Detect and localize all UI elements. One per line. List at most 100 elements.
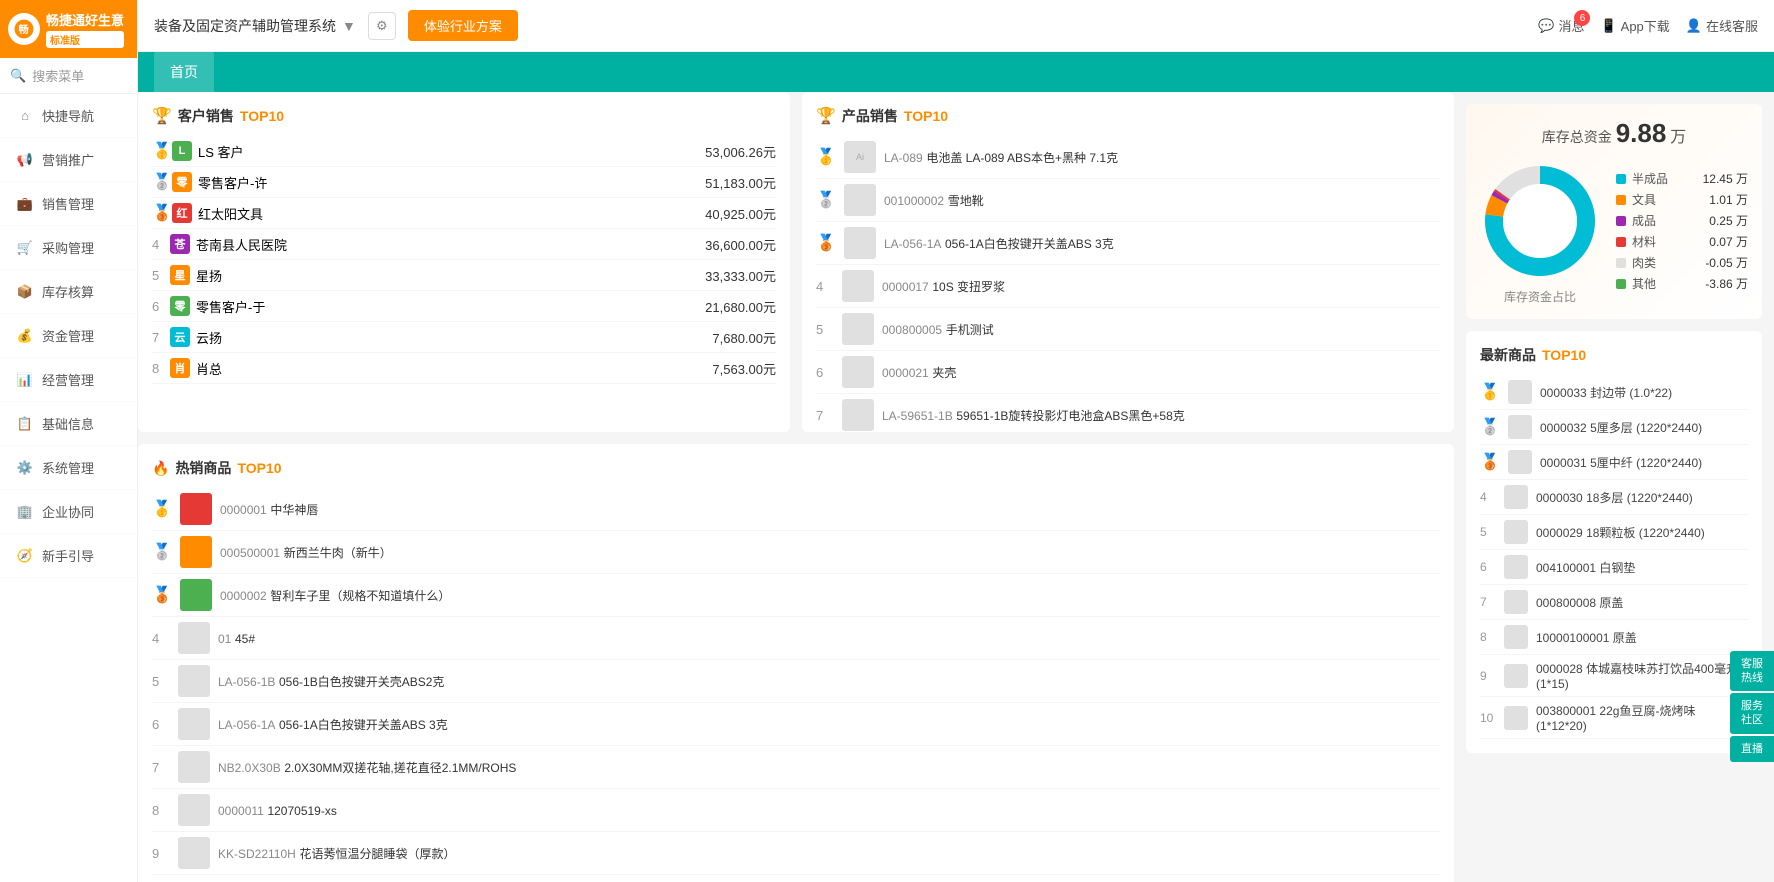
sidebar-item-finance[interactable]: 💰 资金管理 bbox=[0, 314, 137, 358]
inventory-card: 库存总资金 9.88 万 bbox=[1466, 104, 1762, 319]
sidebar-item-label: 经营管理 bbox=[42, 370, 94, 389]
sidebar-item-guide[interactable]: 🧭 新手引导 bbox=[0, 534, 137, 578]
search-menu-item[interactable]: 🔍 搜索菜单 bbox=[0, 58, 137, 94]
sidebar-item-system[interactable]: ⚙️ 系统管理 bbox=[0, 446, 137, 490]
sidebar-item-label: 采购管理 bbox=[42, 238, 94, 257]
legend-item: 材料 0.07 万 bbox=[1616, 233, 1748, 250]
rank-number: 7 bbox=[816, 408, 834, 423]
message-button[interactable]: 💬 消息 6 bbox=[1538, 16, 1584, 35]
management-icon: 📊 bbox=[16, 371, 34, 389]
rank-number: 4 bbox=[816, 279, 834, 294]
bronze-icon: 🥉 bbox=[1480, 452, 1500, 472]
app-download-button[interactable]: 📱 App下载 bbox=[1600, 16, 1669, 35]
product-rank-row: 🥇 Ai LA-089 电池盖 LA-089 ABS本色+黑种 7.1克 bbox=[816, 136, 1440, 179]
legend-dot bbox=[1616, 174, 1626, 184]
legend-dot bbox=[1616, 237, 1626, 247]
rank-number: 7 bbox=[152, 330, 170, 345]
newest-thumb bbox=[1504, 625, 1528, 649]
newest-thumb bbox=[1508, 450, 1532, 474]
customer-top10-card: 🏆 客户销售 TOP10 🥇 L LS 客户 53,006.26元 bbox=[138, 92, 790, 432]
search-menu-label: 搜索菜单 bbox=[32, 66, 84, 85]
customer-rank-row: 7 云 云扬 7,680.00元 bbox=[152, 322, 776, 353]
sidebar-item-sales[interactable]: 💼 销售管理 bbox=[0, 182, 137, 226]
finance-icon: 💰 bbox=[16, 327, 34, 345]
search-icon: 🔍 bbox=[10, 68, 26, 84]
product-info: 0000002 智利车子里（规格不知道填什么） bbox=[220, 587, 1440, 604]
sidebar: 畅 畅捷通好生意 标准版 🔍 搜索菜单 ⌂ 快捷导航 📢 营销推广 💼 销售管理… bbox=[0, 0, 138, 882]
legend-dot bbox=[1616, 195, 1626, 205]
float-btn-service[interactable]: 客服热线 bbox=[1730, 651, 1774, 692]
customer-badge: 云 bbox=[170, 327, 190, 347]
legend-label: 成品 bbox=[1632, 212, 1656, 229]
phone-icon: 📱 bbox=[1600, 18, 1616, 34]
newest-info: 000800008 原盖 bbox=[1536, 594, 1748, 611]
newest-info: 003800001 22g鱼豆腐-烧烤味 (1*12*20) bbox=[1536, 702, 1748, 733]
rank-number: 4 bbox=[152, 237, 170, 252]
customer-amount: 7,680.00元 bbox=[712, 328, 776, 347]
rank-number: 9 bbox=[152, 846, 170, 861]
sidebar-item-inventory[interactable]: 📦 库存核算 bbox=[0, 270, 137, 314]
inventory-amount: 9.88 bbox=[1616, 118, 1667, 148]
basic-icon: 📋 bbox=[16, 415, 34, 433]
inventory-legend: 半成品 12.45 万 文具 1.01 万 成品 0.25 万 bbox=[1616, 170, 1748, 296]
customer-rank-row: 8 肖 肖总 7,563.00元 bbox=[152, 353, 776, 384]
tab-home[interactable]: 首页 bbox=[154, 52, 214, 92]
main-area: 装备及固定资产辅助管理系统 ▼ ⚙ 体验行业方案 💬 消息 6 📱 App下载 … bbox=[138, 0, 1774, 882]
customer-badge: 红 bbox=[172, 203, 192, 223]
sidebar-item-enterprise[interactable]: 🏢 企业协同 bbox=[0, 490, 137, 534]
hot-product-row: 🥈 000500001 新西兰牛肉（新牛） bbox=[152, 531, 1440, 574]
product-thumb bbox=[844, 184, 876, 216]
gold-icon: 🥇 bbox=[816, 147, 836, 167]
newest-rank: 8 bbox=[1480, 630, 1496, 644]
customer-rank-row: 🥇 L LS 客户 53,006.26元 bbox=[152, 136, 776, 167]
product-info: LA-056-1B 056-1B白色按键开关壳ABS2克 bbox=[218, 673, 1440, 690]
sidebar-logo: 畅 畅捷通好生意 标准版 bbox=[0, 0, 137, 58]
float-btn-live[interactable]: 直播 bbox=[1730, 736, 1774, 762]
newest-product-row: 6 004100001 白钢垫 bbox=[1480, 550, 1748, 585]
customer-amount: 40,925.00元 bbox=[705, 204, 776, 223]
product-thumb bbox=[178, 665, 210, 697]
donut-chart: 库存资金占比 bbox=[1480, 161, 1600, 305]
sidebar-item-purchase[interactable]: 🛒 采购管理 bbox=[0, 226, 137, 270]
legend-item: 成品 0.25 万 bbox=[1616, 212, 1748, 229]
newest-info: 0000032 5厘多层 (1220*2440) bbox=[1540, 419, 1748, 436]
svg-text:畅: 畅 bbox=[19, 23, 29, 36]
inventory-total: 库存总资金 9.88 万 bbox=[1480, 118, 1748, 149]
newest-info: 004100001 白钢垫 bbox=[1536, 559, 1748, 576]
sidebar-item-management[interactable]: 📊 经营管理 bbox=[0, 358, 137, 402]
online-service-button[interactable]: 👤 在线客服 bbox=[1686, 16, 1758, 35]
split-panel: 🏆 客户销售 TOP10 🥇 L LS 客户 53,006.26元 bbox=[138, 92, 1454, 882]
customer-amount: 51,183.00元 bbox=[705, 173, 776, 192]
sidebar-item-label: 销售管理 bbox=[42, 194, 94, 213]
newest-rank: 7 bbox=[1480, 595, 1496, 609]
customer-name: 红太阳文具 bbox=[192, 204, 705, 223]
product-thumb bbox=[178, 837, 210, 869]
legend-value: -3.86 万 bbox=[1705, 275, 1748, 292]
customer-badge: 零 bbox=[170, 296, 190, 316]
customer-name: 星扬 bbox=[190, 266, 705, 285]
newest-thumb bbox=[1504, 706, 1528, 730]
trial-button[interactable]: 体验行业方案 bbox=[408, 10, 518, 41]
fire-icon: 🔥 bbox=[152, 460, 169, 477]
sidebar-item-marketing[interactable]: 📢 营销推广 bbox=[0, 138, 137, 182]
newest-product-row: 🥈 0000032 5厘多层 (1220*2440) bbox=[1480, 410, 1748, 445]
newest-rank: 4 bbox=[1480, 490, 1496, 504]
sidebar-item-home[interactable]: ⌂ 快捷导航 bbox=[0, 94, 137, 138]
customer-amount: 21,680.00元 bbox=[705, 297, 776, 316]
rank-number: 6 bbox=[816, 365, 834, 380]
online-service-label: 在线客服 bbox=[1706, 16, 1758, 35]
sidebar-item-basic[interactable]: 📋 基础信息 bbox=[0, 402, 137, 446]
customer-name: 零售客户-许 bbox=[192, 173, 705, 192]
legend-label: 其他 bbox=[1632, 275, 1656, 292]
mid-panel: 🏆 客户销售 TOP10 🥇 L LS 客户 53,006.26元 bbox=[138, 92, 1454, 882]
float-btn-community[interactable]: 服务社区 bbox=[1730, 693, 1774, 734]
rank-number: 6 bbox=[152, 717, 170, 732]
bronze-icon: 🥉 bbox=[152, 585, 172, 605]
newest-thumb bbox=[1508, 415, 1532, 439]
app-download-label: App下载 bbox=[1621, 16, 1670, 35]
settings-button[interactable]: ⚙ bbox=[368, 12, 396, 40]
legend-item: 其他 -3.86 万 bbox=[1616, 275, 1748, 292]
dropdown-arrow-icon[interactable]: ▼ bbox=[342, 18, 356, 34]
newest-products-card: 最新商品 TOP10 🥇 0000033 封边带 (1.0*22) 🥈 bbox=[1466, 331, 1762, 753]
product-info: KK-SD22110H 花语莠恒温分腿睡袋（厚款） bbox=[218, 845, 1440, 862]
